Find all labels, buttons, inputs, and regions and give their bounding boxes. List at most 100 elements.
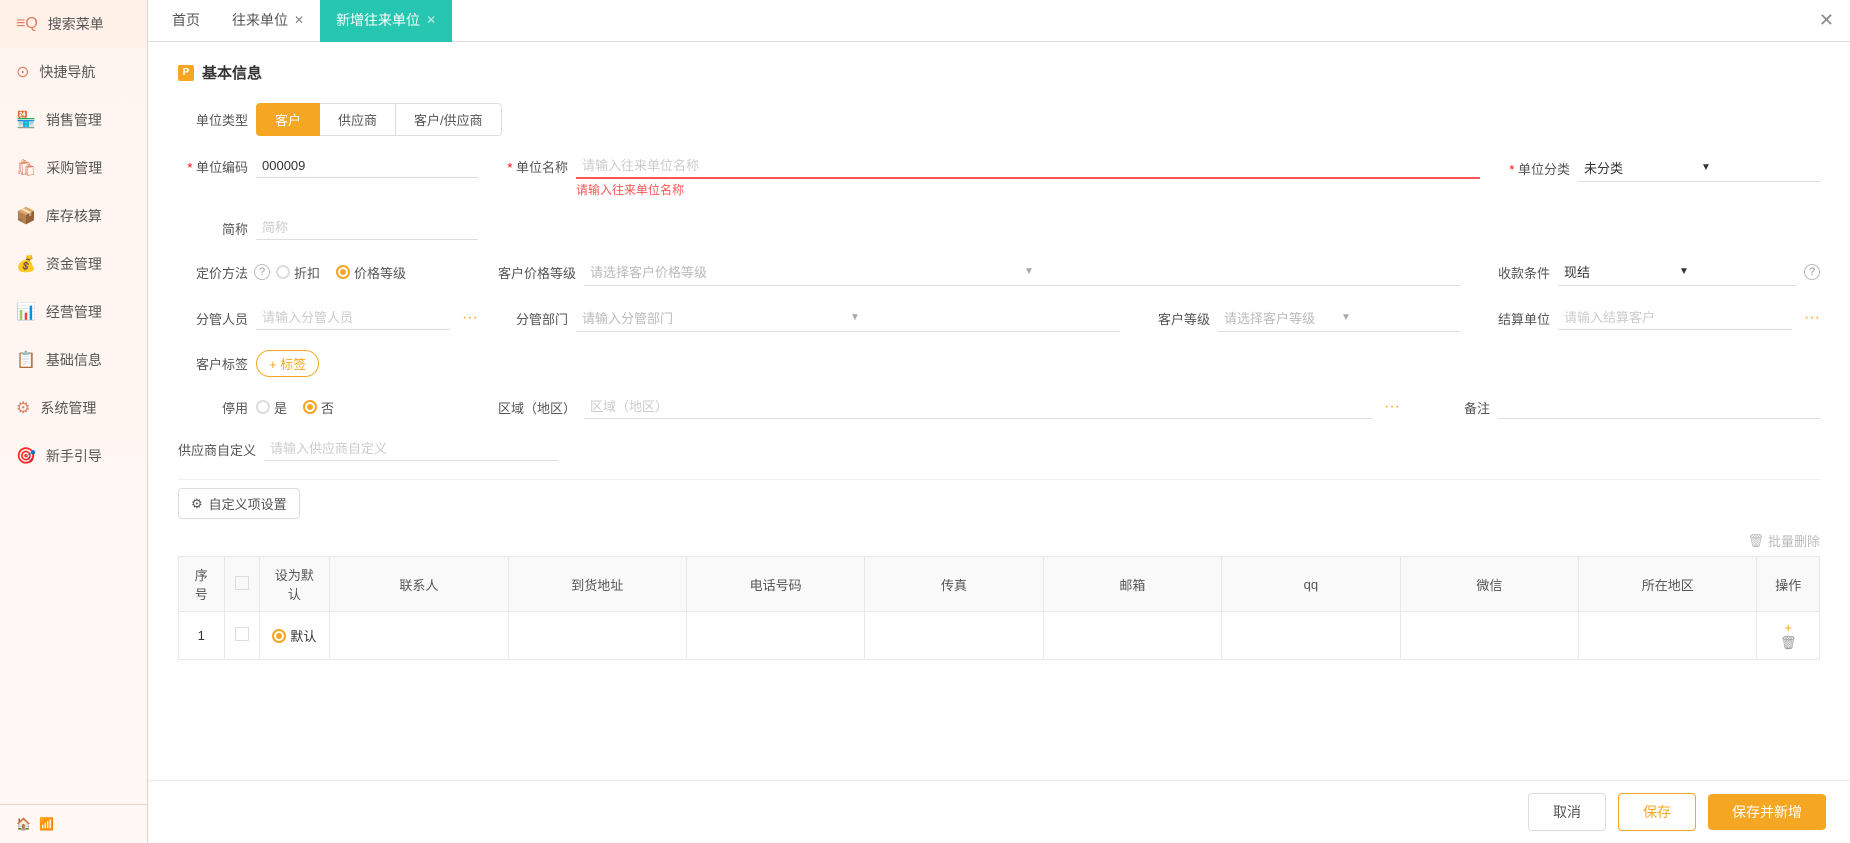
table-header-row: 序号 设为默认 联系人 到货地址 电话号码 传真 邮箱 qq 微信 所在地区 操… [179,557,1820,612]
custom-settings-button[interactable]: ⚙ 自定义项设置 [178,488,300,519]
settlement-unit-label: 结算单位 [1480,309,1550,328]
department-label: 分管部门 [498,309,568,328]
customer-level-select[interactable]: 请选择客户等级 ▼ [1218,304,1460,332]
payment-terms-label: 收款条件 [1480,263,1550,282]
pricing-help-icon[interactable]: ? [254,264,270,280]
add-tag-button[interactable]: + 标签 [256,350,319,377]
cell-phone[interactable] [686,612,864,660]
sidebar-item-sales[interactable]: 🏪 销售管理 [0,96,147,144]
tab-new-partner[interactable]: 新增往来单位 ✕ [320,0,452,42]
manager-label: 分管人员 [178,309,248,328]
email-input[interactable] [1054,628,1211,643]
sidebar-item-operations[interactable]: 📊 经营管理 [0,288,147,336]
tab-new-partner-label: 新增往来单位 [336,10,420,30]
unit-category-value: 未分类 [1584,158,1697,177]
cell-contact[interactable] [330,612,508,660]
pricing-row: 定价方法 ? 折扣 价格等级 客户价格等级 请选择客户价格等级 [178,258,1820,286]
unit-code-row: 单位编码 单位名称 请输入往来单位名称 单位分类 未分类 ▼ [178,154,1820,198]
manager-more-icon[interactable]: ··· [462,309,478,327]
payment-terms-help-icon[interactable]: ? [1804,264,1820,280]
unit-name-field: 单位名称 [498,154,1480,179]
add-tag-label: + 标签 [269,354,306,373]
sidebar-item-label: 销售管理 [46,110,102,130]
cell-fax[interactable] [865,612,1043,660]
customer-price-level-select[interactable]: 请选择客户价格等级 ▼ [584,258,1460,286]
unit-type-group: 客户 供应商 客户/供应商 [256,103,502,136]
row-checkbox[interactable] [235,627,249,641]
header-checkbox[interactable] [235,576,249,590]
payment-terms-select[interactable]: 现结 ▼ [1558,258,1796,286]
unit-btn-both[interactable]: 客户/供应商 [396,103,502,136]
tab-new-partner-close[interactable]: ✕ [426,13,436,27]
radio-no-label: 否 [321,398,334,417]
radio-price-level-circle [336,265,350,279]
qq-input[interactable] [1232,628,1390,643]
save-new-button[interactable]: 保存并新增 [1708,794,1826,830]
th-index: 序号 [179,557,225,612]
manager-input[interactable] [256,306,450,330]
cell-address[interactable] [508,612,686,660]
sidebar-item-system[interactable]: ⚙ 系统管理 [0,384,147,432]
supplier-custom-input[interactable] [264,437,558,461]
cell-wechat[interactable] [1400,612,1578,660]
row-region-input[interactable] [1589,628,1746,643]
default-radio[interactable] [272,629,286,643]
unit-btn-customer[interactable]: 客户 [256,103,320,136]
radio-price-level[interactable]: 价格等级 [336,263,406,282]
pricing-method-field: 定价方法 ? 折扣 价格等级 [178,263,478,282]
unit-name-input[interactable] [576,154,1480,179]
unit-btn-supplier[interactable]: 供应商 [320,103,396,136]
unit-category-select[interactable]: 未分类 ▼ [1578,154,1820,182]
phone-input[interactable] [697,628,854,643]
batch-delete-label[interactable]: 批量删除 [1768,531,1820,550]
add-row-icon[interactable]: + [1784,620,1792,635]
customer-level-arrow-icon: ▼ [1341,312,1454,323]
th-phone: 电话号码 [686,557,864,612]
tab-partner-close[interactable]: ✕ [294,13,304,27]
divider [178,479,1820,480]
th-action: 操作 [1757,557,1820,612]
cell-qq[interactable] [1222,612,1401,660]
sidebar-item-inventory[interactable]: 📦 库存核算 [0,192,147,240]
tab-partner[interactable]: 往来单位 ✕ [216,0,320,42]
sidebar-item-quick-nav[interactable]: ⊙ 快捷导航 [0,48,147,96]
radio-discount[interactable]: 折扣 [276,263,320,282]
sidebar-item-basic-info[interactable]: 📋 基础信息 [0,336,147,384]
remark-field: 备注 [1420,395,1820,419]
department-select[interactable]: 请输入分管部门 ▼ [576,304,1120,332]
tag-row: 客户标签 + 标签 [178,350,1820,377]
settlement-more-icon[interactable]: ··· [1804,309,1820,327]
radio-no[interactable]: 否 [303,398,334,417]
sidebar-item-label: 库存核算 [46,206,102,226]
sidebar-item-label: 资金管理 [46,254,102,274]
region-more-icon[interactable]: ··· [1384,398,1400,416]
settlement-unit-input[interactable] [1558,306,1792,330]
tab-home[interactable]: 首页 [156,0,216,42]
wechat-input[interactable] [1411,628,1568,643]
cancel-button[interactable]: 取消 [1528,793,1606,831]
sidebar-item-search[interactable]: ≡Q 搜索菜单 [0,0,147,48]
sidebar-item-guide[interactable]: 🎯 新手引导 [0,432,147,480]
contact-input[interactable] [340,628,497,643]
sidebar-item-finance[interactable]: 💰 资金管理 [0,240,147,288]
radio-price-level-label: 价格等级 [354,263,406,282]
delete-row-icon[interactable]: 🗑 [1780,635,1797,650]
fax-input[interactable] [875,628,1032,643]
default-label: 默认 [290,626,316,645]
radio-yes[interactable]: 是 [256,398,287,417]
region-input[interactable] [584,395,1372,419]
remark-input[interactable] [1498,395,1820,419]
short-name-input[interactable] [256,216,478,240]
save-button[interactable]: 保存 [1618,793,1696,831]
cell-default: 默认 [259,612,330,660]
address-input[interactable] [519,628,676,643]
cell-region[interactable] [1579,612,1757,660]
gear-icon: ⚙ [191,496,203,512]
unit-code-input[interactable] [256,154,478,178]
cell-email[interactable] [1043,612,1221,660]
th-checkbox [224,557,259,612]
sidebar-item-purchase[interactable]: 🛍 采购管理 [0,144,147,192]
sidebar: ≡Q 搜索菜单 ⊙ 快捷导航 🏪 销售管理 🛍 采购管理 📦 库存核算 💰 资金… [0,0,148,843]
finance-icon: 💰 [16,254,36,274]
window-close-button[interactable]: ✕ [1811,10,1842,31]
